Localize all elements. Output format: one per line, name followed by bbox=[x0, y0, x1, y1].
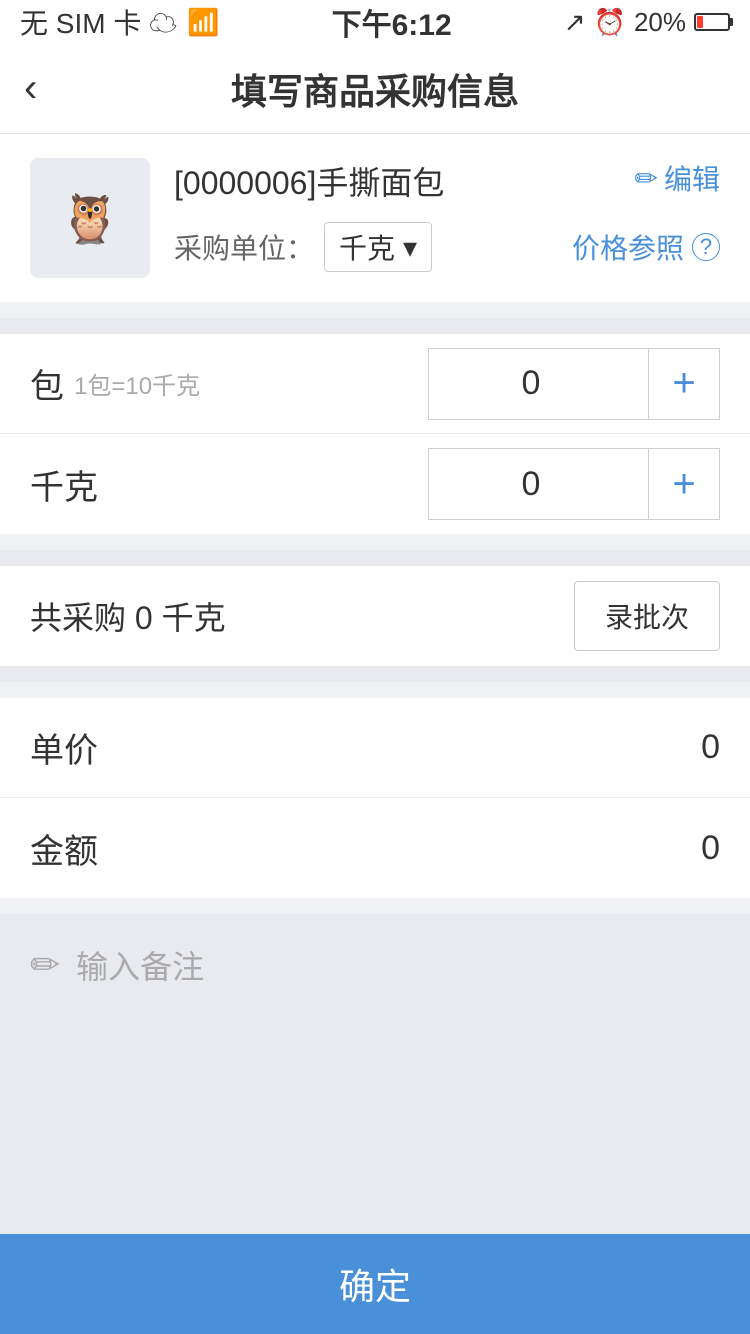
amount-value: 0 bbox=[701, 829, 720, 868]
amount-row: 金额 0 bbox=[0, 798, 750, 898]
product-image-icon: 🦉 bbox=[60, 190, 120, 247]
section-divider-3 bbox=[0, 666, 750, 682]
section-divider-1 bbox=[0, 318, 750, 334]
note-section[interactable]: ✏ 输入备注 bbox=[0, 914, 750, 1016]
nav-bar: ‹ 填写商品采购信息 bbox=[0, 44, 750, 134]
record-batch-button[interactable]: 录批次 bbox=[574, 581, 720, 651]
product-unit-row: 采购单位： 千克 ▾ 价格参照 ? bbox=[174, 222, 720, 272]
price-ref-button[interactable]: 价格参照 ? bbox=[572, 227, 720, 267]
price-ref-help-icon: ? bbox=[692, 233, 720, 261]
note-icon: ✏ bbox=[30, 944, 60, 986]
package-plus-button[interactable]: + bbox=[648, 348, 720, 420]
package-label: 包 bbox=[30, 359, 64, 408]
status-time: 下午6:12 bbox=[332, 0, 452, 44]
sim-label: 无 SIM 卡 ☁ bbox=[20, 2, 177, 42]
back-button[interactable]: ‹ bbox=[24, 66, 37, 111]
edit-label: 编辑 bbox=[664, 158, 720, 198]
kg-input-control: + bbox=[428, 448, 720, 520]
status-left: 无 SIM 卡 ☁ 📶 bbox=[20, 2, 220, 42]
unit-price-value: 0 bbox=[701, 728, 720, 767]
kg-input-row: 千克 + bbox=[0, 434, 750, 534]
unit-select[interactable]: 千克 ▾ bbox=[324, 222, 432, 272]
edit-button[interactable]: ✏ 编辑 bbox=[635, 158, 720, 198]
price-section: 单价 0 金额 0 bbox=[0, 698, 750, 898]
summary-row: 共采购 0 千克 录批次 bbox=[0, 566, 750, 666]
kg-label: 千克 bbox=[30, 460, 98, 509]
location-icon: ↗ bbox=[564, 7, 586, 38]
unit-label: 采购单位： bbox=[174, 227, 314, 267]
edit-icon: ✏ bbox=[635, 162, 658, 195]
amount-label: 金额 bbox=[30, 824, 98, 873]
kg-plus-button[interactable]: + bbox=[648, 448, 720, 520]
status-right: ↗ ⏰ 20% bbox=[564, 7, 730, 38]
price-ref-label: 价格参照 bbox=[572, 227, 684, 267]
kg-input[interactable] bbox=[428, 448, 648, 520]
alarm-icon: ⏰ bbox=[594, 7, 626, 38]
dropdown-arrow-icon: ▾ bbox=[403, 231, 417, 264]
section-divider-2 bbox=[0, 550, 750, 566]
battery-icon bbox=[694, 13, 730, 31]
unit-value: 千克 bbox=[339, 227, 395, 267]
product-info: [0000006]手撕面包 ✏ 编辑 采购单位： 千克 ▾ 价格参照 ? bbox=[174, 158, 720, 272]
wifi-icon: 📶 bbox=[187, 7, 219, 38]
product-name: [0000006]手撕面包 bbox=[174, 158, 444, 204]
note-placeholder: 输入备注 bbox=[76, 942, 204, 988]
status-bar: 无 SIM 卡 ☁ 📶 下午6:12 ↗ ⏰ 20% bbox=[0, 0, 750, 44]
package-input-control: + bbox=[428, 348, 720, 420]
product-card: 🦉 [0000006]手撕面包 ✏ 编辑 采购单位： 千克 ▾ 价格参照 ? bbox=[0, 134, 750, 302]
product-image: 🦉 bbox=[30, 158, 150, 278]
summary-section: 共采购 0 千克 录批次 bbox=[0, 550, 750, 682]
input-section: 包 1包=10千克 + 千克 + bbox=[0, 334, 750, 534]
summary-label: 共采购 0 千克 bbox=[30, 593, 226, 639]
page-title: 填写商品采购信息 bbox=[231, 63, 519, 115]
package-input[interactable] bbox=[428, 348, 648, 420]
unit-price-label: 单价 bbox=[30, 723, 98, 772]
package-input-row: 包 1包=10千克 + bbox=[0, 334, 750, 434]
package-sublabel: 1包=10千克 bbox=[74, 366, 200, 401]
battery-percent: 20% bbox=[634, 7, 686, 38]
confirm-button[interactable]: 确定 bbox=[0, 1234, 750, 1334]
unit-price-row: 单价 0 bbox=[0, 698, 750, 798]
product-header: [0000006]手撕面包 ✏ 编辑 bbox=[174, 158, 720, 204]
